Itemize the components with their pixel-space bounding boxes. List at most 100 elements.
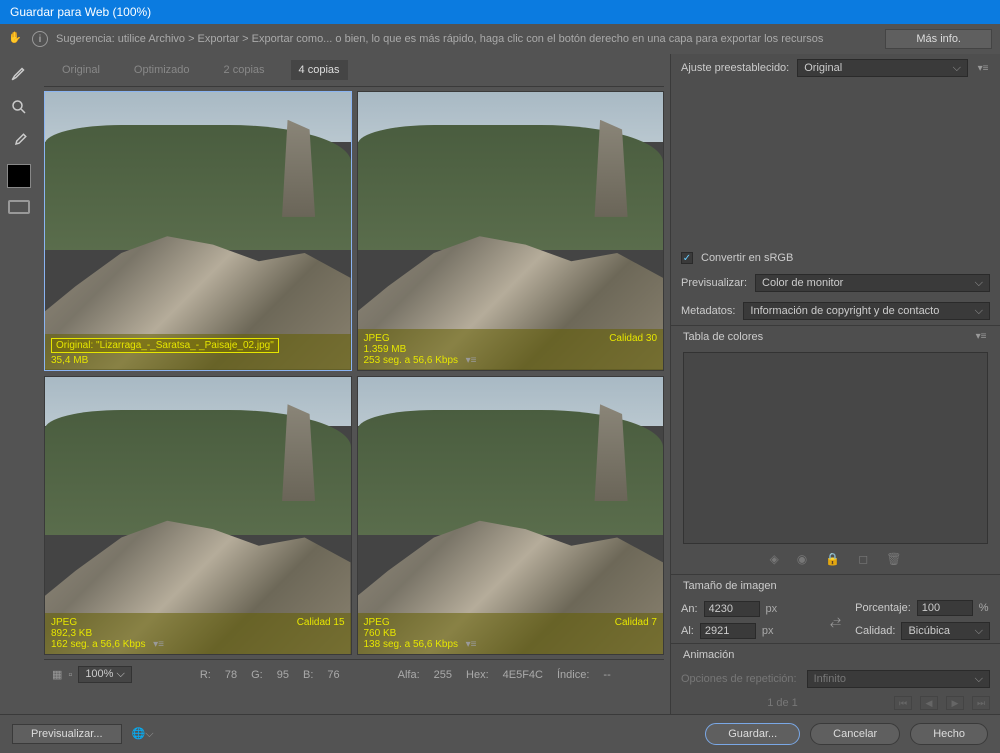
- quality: Calidad 7: [615, 617, 657, 628]
- transfer: 253 seg. a 56,6 Kbps: [364, 355, 459, 366]
- metadata-label: Metadatos:: [681, 305, 735, 317]
- preview-grid: Original: "Lizarraga_-_Saratsa_-_Paisaje…: [44, 87, 664, 659]
- quality-label: Calidad:: [855, 625, 895, 637]
- anim-next-icon: ▶: [946, 696, 964, 710]
- color-swatch[interactable]: [7, 164, 31, 188]
- grid-icon-2[interactable]: ▫: [68, 669, 72, 681]
- transfer: 138 seg. a 56,6 Kbps: [364, 639, 459, 650]
- left-toolbar: [0, 54, 38, 714]
- info-icon: i: [32, 31, 48, 47]
- cancel-button[interactable]: Cancelar: [810, 723, 900, 745]
- hex-value: 4E5F4C: [503, 669, 543, 681]
- colortable-menu-icon[interactable]: ▾≡: [974, 331, 988, 343]
- window-title: Guardar para Web (100%): [0, 0, 1000, 24]
- preset-label: Ajuste preestablecido:: [681, 62, 789, 74]
- r-label: R:: [200, 669, 211, 681]
- filesize: 760 KB: [364, 628, 397, 639]
- width-unit: px: [766, 603, 778, 615]
- hand-tool-icon[interactable]: ✋: [8, 31, 24, 47]
- preview-menu-icon[interactable]: ▾≡: [464, 639, 478, 650]
- grid-icon-1[interactable]: ▦: [52, 668, 62, 681]
- browser-preview-icon[interactable]: 🌐⌵: [132, 727, 154, 741]
- colortable-label: Tabla de colores: [683, 331, 763, 343]
- preview-menu-icon[interactable]: ▾≡: [464, 355, 478, 366]
- preview-label: Previsualizar:: [681, 277, 747, 289]
- preview-menu-icon[interactable]: ▾≡: [152, 639, 166, 650]
- quality: Calidad 15: [297, 617, 345, 628]
- fmt: JPEG: [364, 617, 390, 628]
- repeat-select: Infinito: [807, 670, 990, 688]
- quality: Calidad 30: [609, 333, 657, 344]
- idx-value: --: [603, 669, 610, 681]
- save-button[interactable]: Guardar...: [705, 723, 800, 745]
- preview-tabs: Original Optimizado 2 copias 4 copias: [44, 54, 664, 87]
- status-bar: ▦ ▫ 100% ⌵ R: 78 G: 95 B: 76 Alfa: 255 Hex: 4…: [44, 659, 664, 689]
- tab-optimized[interactable]: Optimizado: [126, 60, 198, 80]
- b-label: B:: [303, 669, 313, 681]
- g-label: G:: [251, 669, 263, 681]
- ct-new-icon[interactable]: ◻: [858, 552, 868, 566]
- height-input[interactable]: [700, 623, 756, 639]
- footer: Previsualizar... 🌐⌵ Guardar... Cancelar …: [0, 714, 1000, 753]
- info-bar: ✋ i Sugerencia: utilice Archivo > Export…: [0, 24, 1000, 54]
- preview-q30[interactable]: JPEG Calidad 30 1.359 MB 253 seg. a 56,6 …: [357, 91, 665, 371]
- quality-select[interactable]: Bicúbica: [901, 622, 990, 640]
- height-unit: px: [762, 625, 774, 637]
- filesize: 1.359 MB: [364, 344, 407, 355]
- alfa-value: 255: [434, 669, 452, 681]
- pct-input[interactable]: [917, 600, 973, 616]
- tab-original[interactable]: Original: [54, 60, 108, 80]
- ct-trash-icon[interactable]: 🗑: [886, 552, 901, 566]
- anim-first-icon: ⏮: [894, 696, 912, 710]
- metadata-select[interactable]: Información de copyright y de contacto: [743, 302, 990, 320]
- preview-select[interactable]: Color de monitor: [755, 274, 990, 292]
- preview-q7[interactable]: JPEG Calidad 7 760 KB 138 seg. a 56,6 Kbp…: [357, 376, 665, 656]
- fmt: JPEG: [51, 617, 77, 628]
- slice-toggle-icon[interactable]: [8, 200, 30, 214]
- width-label: An:: [681, 603, 698, 615]
- animation-label: Animación: [671, 643, 1000, 666]
- hint-text: Sugerencia: utilice Archivo > Exportar >…: [56, 33, 877, 45]
- ct-icon-1[interactable]: ◈: [770, 552, 779, 566]
- pct-label: Porcentaje:: [855, 602, 911, 614]
- preset-select[interactable]: Original: [797, 59, 968, 77]
- anim-prev-icon: ◀: [920, 696, 938, 710]
- tab-4up[interactable]: 4 copias: [291, 60, 348, 80]
- panel-menu-icon[interactable]: ▾≡: [976, 63, 990, 74]
- color-table: [683, 352, 988, 544]
- r-value: 78: [225, 669, 237, 681]
- zoom-tool-icon[interactable]: [8, 96, 30, 118]
- hex-label: Hex:: [466, 669, 489, 681]
- anim-last-icon: ⏭: [972, 696, 990, 710]
- zoom-select[interactable]: 100% ⌵: [78, 666, 132, 683]
- alfa-label: Alfa:: [398, 669, 420, 681]
- eyedropper-tool-icon[interactable]: [8, 130, 30, 152]
- original-filename: Original: "Lizarraga_-_Saratsa_-_Paisaje…: [51, 338, 279, 353]
- width-input[interactable]: [704, 601, 760, 617]
- preview-button[interactable]: Previsualizar...: [12, 724, 122, 744]
- srgb-label: Convertir en sRGB: [701, 252, 793, 264]
- transfer: 162 seg. a 56,6 Kbps: [51, 639, 146, 650]
- ct-icon-2[interactable]: ◉: [797, 552, 807, 566]
- idx-label: Índice:: [557, 669, 589, 681]
- more-info-button[interactable]: Más info.: [885, 29, 992, 49]
- link-dimensions-icon[interactable]: ⥄: [826, 612, 845, 629]
- fmt: JPEG: [364, 333, 390, 344]
- pct-unit: %: [979, 602, 989, 614]
- b-value: 76: [327, 669, 339, 681]
- frame-indicator: 1 de 1: [681, 697, 884, 709]
- brush-tool-icon[interactable]: [8, 62, 30, 84]
- done-button[interactable]: Hecho: [910, 723, 988, 745]
- tab-2up[interactable]: 2 copias: [216, 60, 273, 80]
- preview-q15[interactable]: JPEG Calidad 15 892,3 KB 162 seg. a 56,6 …: [44, 376, 352, 656]
- height-label: Al:: [681, 625, 694, 637]
- imagesize-label: Tamaño de imagen: [671, 574, 1000, 597]
- preview-original[interactable]: Original: "Lizarraga_-_Saratsa_-_Paisaje…: [44, 91, 352, 371]
- settings-panel: Ajuste preestablecido: Original ▾≡ ✓ Con…: [670, 54, 1000, 714]
- orig-size: 35,4 MB: [51, 355, 88, 366]
- repeat-label: Opciones de repetición:: [681, 673, 797, 685]
- ct-lock-icon[interactable]: 🔒: [825, 552, 840, 566]
- filesize: 892,3 KB: [51, 628, 92, 639]
- srgb-checkbox[interactable]: ✓: [681, 252, 693, 264]
- g-value: 95: [277, 669, 289, 681]
